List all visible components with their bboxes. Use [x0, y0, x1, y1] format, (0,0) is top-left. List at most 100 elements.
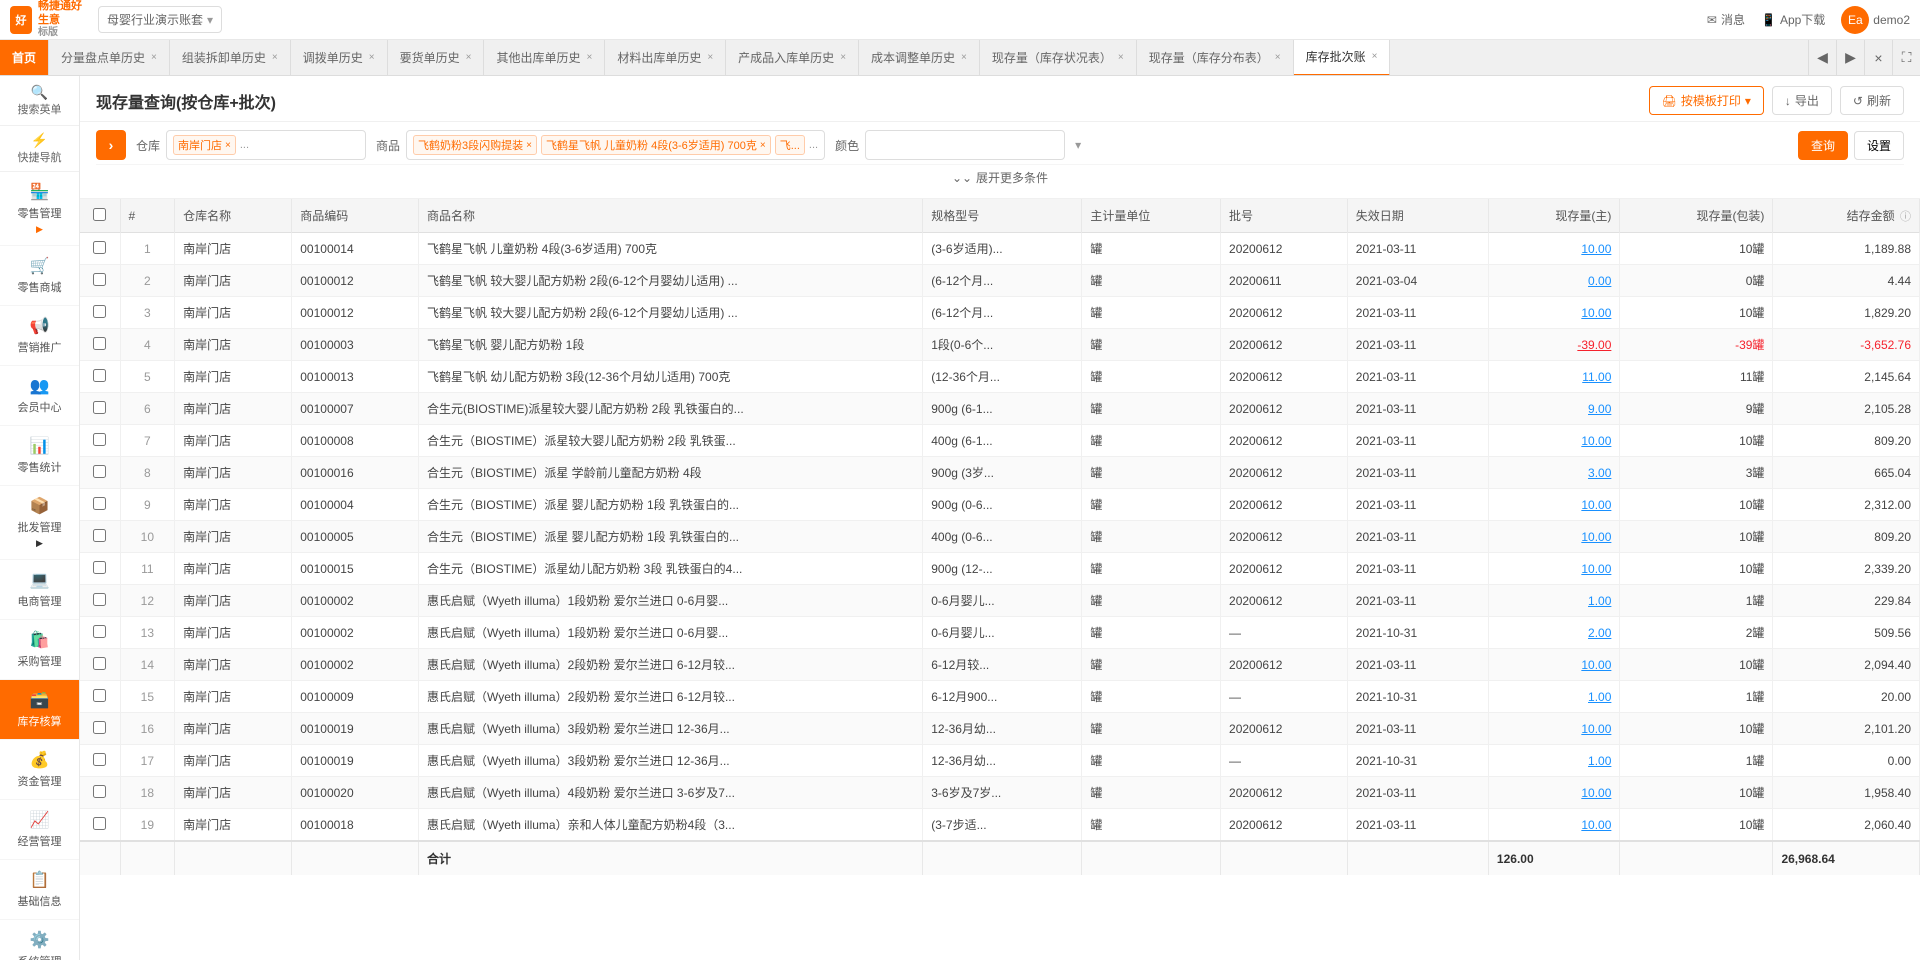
info-icon[interactable]: ⓘ: [1900, 211, 1911, 223]
sidebar-item-inventory[interactable]: 🗃️ 库存核算: [0, 680, 79, 740]
cell-stock-main[interactable]: 10.00: [1488, 489, 1619, 521]
cell-checkbox[interactable]: [80, 745, 120, 777]
cell-checkbox[interactable]: [80, 777, 120, 809]
sidebar-item-biz[interactable]: 📈 经营管理: [0, 800, 79, 860]
tab-prev-btn[interactable]: ◀: [1808, 40, 1836, 76]
close-icon[interactable]: ×: [707, 52, 713, 63]
warehouse-tag-container[interactable]: 南岸门店 × ...: [166, 130, 366, 160]
tab-next-btn[interactable]: ▶: [1836, 40, 1864, 76]
sidebar-item-retail-stats[interactable]: 📊 零售统计: [0, 426, 79, 486]
tab-qtck[interactable]: 其他出库单历史 ×: [484, 40, 605, 76]
message-btn[interactable]: ✉ 消息: [1707, 11, 1745, 28]
row-checkbox[interactable]: [93, 241, 106, 254]
cell-checkbox[interactable]: [80, 265, 120, 297]
cell-stock-main[interactable]: 10.00: [1488, 425, 1619, 457]
cell-stock-main[interactable]: -39.00: [1488, 329, 1619, 361]
product-tag-1-remove[interactable]: ×: [526, 140, 532, 151]
color-tag-container[interactable]: [865, 130, 1065, 160]
row-checkbox[interactable]: [93, 753, 106, 766]
row-checkbox[interactable]: [93, 721, 106, 734]
refresh-btn[interactable]: ↺ 刷新: [1840, 86, 1904, 115]
close-icon[interactable]: ×: [840, 52, 846, 63]
sidebar-item-marketing[interactable]: 📢 营销推广: [0, 306, 79, 366]
cell-checkbox[interactable]: [80, 297, 120, 329]
cell-checkbox[interactable]: [80, 553, 120, 585]
cell-checkbox[interactable]: [80, 713, 120, 745]
tab-kczt[interactable]: 现存量（库存状况表） ×: [980, 40, 1137, 76]
sidebar-item-purchase[interactable]: 🛍️ 采购管理: [0, 620, 79, 680]
close-icon[interactable]: ×: [961, 52, 967, 63]
tab-ccrk[interactable]: 产成品入库单历史 ×: [726, 40, 859, 76]
sidebar-item-member[interactable]: 👥 会员中心: [0, 366, 79, 426]
cell-checkbox[interactable]: [80, 361, 120, 393]
settings-btn[interactable]: 设置: [1854, 131, 1904, 160]
sidebar-item-basic[interactable]: 📋 基础信息: [0, 860, 79, 920]
sidebar-item-retail-shop[interactable]: 🛒 零售商城: [0, 246, 79, 306]
close-icon[interactable]: ×: [369, 52, 375, 63]
close-icon[interactable]: ×: [272, 52, 278, 63]
close-icon[interactable]: ×: [466, 52, 472, 63]
app-download-btn[interactable]: 📱 App下载: [1761, 11, 1825, 28]
row-checkbox[interactable]: [93, 817, 106, 830]
row-checkbox[interactable]: [93, 433, 106, 446]
cell-checkbox[interactable]: [80, 809, 120, 842]
select-all-checkbox[interactable]: [93, 208, 106, 221]
row-checkbox[interactable]: [93, 625, 106, 638]
tab-home[interactable]: 首页: [0, 40, 49, 76]
tab-close-current-btn[interactable]: ×: [1864, 40, 1892, 76]
cell-stock-main[interactable]: 10.00: [1488, 521, 1619, 553]
cell-stock-main[interactable]: 10.00: [1488, 777, 1619, 809]
row-checkbox[interactable]: [93, 401, 106, 414]
cell-checkbox[interactable]: [80, 425, 120, 457]
cell-stock-main[interactable]: 1.00: [1488, 585, 1619, 617]
cell-stock-main[interactable]: 9.00: [1488, 393, 1619, 425]
close-icon[interactable]: ×: [586, 52, 592, 63]
cell-stock-main[interactable]: 1.00: [1488, 681, 1619, 713]
account-selector[interactable]: 母婴行业演示账套 ▾: [98, 6, 222, 33]
tab-zuzhuang[interactable]: 组装拆卸单历史 ×: [170, 40, 291, 76]
cell-stock-main[interactable]: 10.00: [1488, 297, 1619, 329]
row-checkbox[interactable]: [93, 689, 106, 702]
cell-stock-main[interactable]: 0.00: [1488, 265, 1619, 297]
user-area[interactable]: Ea demo2: [1841, 6, 1910, 34]
sidebar-item-finance[interactable]: 💰 资金管理: [0, 740, 79, 800]
query-btn[interactable]: 查询: [1798, 131, 1848, 160]
cell-stock-main[interactable]: 10.00: [1488, 233, 1619, 265]
row-checkbox[interactable]: [93, 465, 106, 478]
close-icon[interactable]: ×: [151, 52, 157, 63]
cell-checkbox[interactable]: [80, 681, 120, 713]
cell-stock-main[interactable]: 3.00: [1488, 457, 1619, 489]
row-checkbox[interactable]: [93, 497, 106, 510]
tab-kcfb[interactable]: 现存量（库存分布表） ×: [1137, 40, 1294, 76]
tab-fenliang[interactable]: 分量盘点单历史 ×: [49, 40, 170, 76]
export-btn[interactable]: ↓ 导出: [1772, 86, 1832, 115]
expand-more-btn[interactable]: ⌄⌄ 展开更多条件: [952, 169, 1048, 186]
row-checkbox[interactable]: [93, 529, 106, 542]
tab-kcpci[interactable]: 库存批次账 ×: [1294, 40, 1391, 76]
row-checkbox[interactable]: [93, 561, 106, 574]
cell-stock-main[interactable]: 10.00: [1488, 713, 1619, 745]
sidebar-item-system[interactable]: ⚙️ 系统管理: [0, 920, 79, 960]
close-icon[interactable]: ×: [1275, 52, 1281, 63]
cell-stock-main[interactable]: 10.00: [1488, 649, 1619, 681]
sidebar-item-retail-mgmt[interactable]: 🏪 零售管理 ▶: [0, 172, 79, 246]
cell-stock-main[interactable]: 1.00: [1488, 745, 1619, 777]
tab-diaob[interactable]: 调拨单历史 ×: [291, 40, 388, 76]
template-print-btn[interactable]: 🖨 按模板打印 ▾: [1649, 86, 1764, 115]
close-icon[interactable]: ×: [1372, 51, 1378, 62]
tab-yaoh[interactable]: 要货单历史 ×: [388, 40, 485, 76]
product-tag-2-remove[interactable]: ×: [760, 140, 766, 151]
row-checkbox[interactable]: [93, 657, 106, 670]
row-checkbox[interactable]: [93, 273, 106, 286]
row-checkbox[interactable]: [93, 785, 106, 798]
row-checkbox[interactable]: [93, 593, 106, 606]
cell-stock-main[interactable]: 11.00: [1488, 361, 1619, 393]
cell-checkbox[interactable]: [80, 233, 120, 265]
sidebar-quicknav[interactable]: ⚡ 快捷导航: [0, 126, 79, 172]
cell-checkbox[interactable]: [80, 393, 120, 425]
close-icon[interactable]: ×: [1118, 52, 1124, 63]
cell-checkbox[interactable]: [80, 617, 120, 649]
tab-clck[interactable]: 材料出库单历史 ×: [605, 40, 726, 76]
cell-stock-main[interactable]: 10.00: [1488, 809, 1619, 842]
cell-stock-main[interactable]: 2.00: [1488, 617, 1619, 649]
